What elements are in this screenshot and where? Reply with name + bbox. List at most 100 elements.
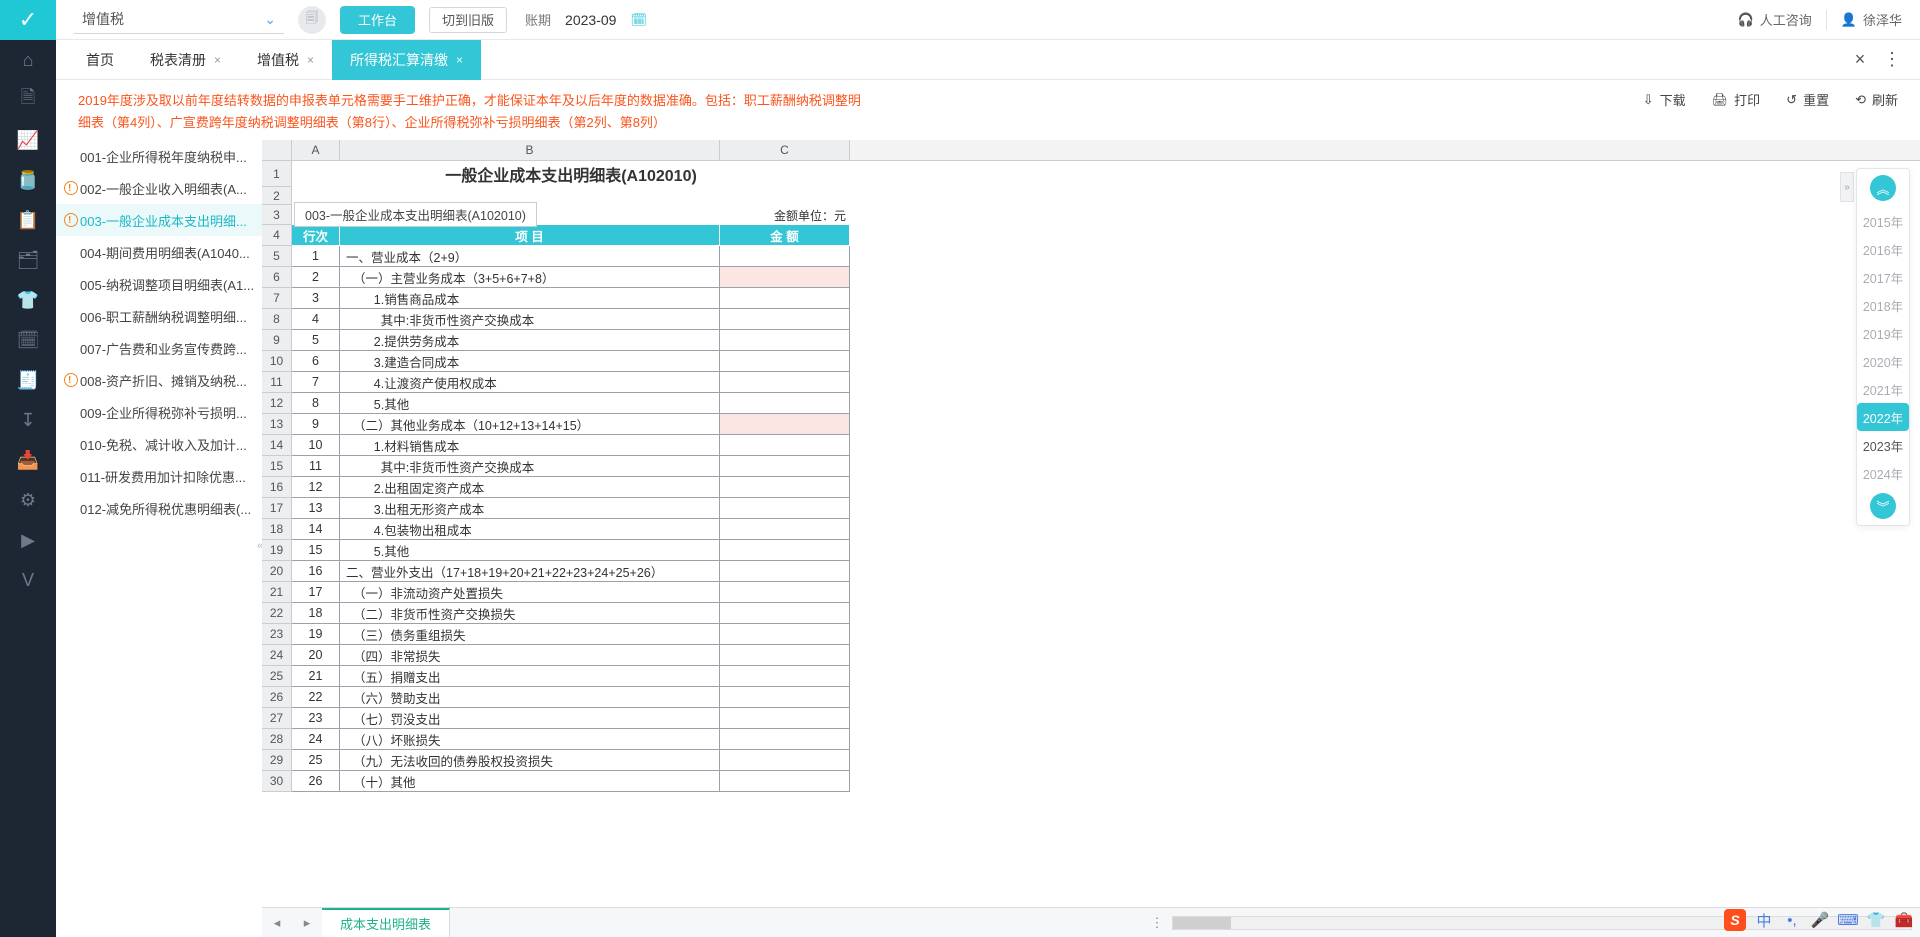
cell-amount[interactable] (720, 477, 850, 498)
tab-income-tax[interactable]: 所得税汇算清缴× (332, 40, 481, 80)
list-item[interactable]: 003-一般企业成本支出明细... (56, 204, 262, 236)
year-option[interactable]: 2022年 (1857, 403, 1909, 431)
cell-amount[interactable] (720, 435, 850, 456)
cell-amount[interactable] (720, 330, 850, 351)
cell-lineno[interactable]: 2 (292, 267, 340, 288)
cell-amount[interactable] (720, 645, 850, 666)
ime-toolbox-icon[interactable]: 🧰 (1894, 910, 1914, 930)
cell-amount[interactable] (720, 414, 850, 435)
cell-amount[interactable] (720, 582, 850, 603)
calendar-icon[interactable]: 🗓 (630, 12, 647, 28)
cell-lineno[interactable]: 23 (292, 708, 340, 729)
cell-lineno[interactable]: 4 (292, 309, 340, 330)
cell-lineno[interactable]: 12 (292, 477, 340, 498)
cell-lineno[interactable]: 6 (292, 351, 340, 372)
nav-shirt-icon[interactable]: 👕 (0, 280, 56, 320)
col-header-b[interactable]: B (340, 140, 720, 160)
tax-type-select[interactable]: 增值税 ⌄ (74, 6, 284, 34)
sheet-split[interactable]: ⋮ (1142, 915, 1172, 931)
cell-item[interactable]: 5.其他 (340, 540, 720, 561)
row-header[interactable]: 27 (262, 708, 292, 729)
list-item[interactable]: 002-一般企业收入明细表(A... (56, 172, 262, 204)
list-item[interactable]: 012-减免所得税优惠明细表(... (56, 492, 262, 524)
list-item[interactable]: 004-期间费用明细表(A1040... (56, 236, 262, 268)
user-menu[interactable]: 👤 徐泽华 (1841, 10, 1902, 29)
row-header[interactable]: 2 (262, 187, 292, 205)
consult-button[interactable]: 🎧 人工咨询 (1738, 10, 1812, 29)
nav-report-icon[interactable]: 🗂 (0, 240, 56, 280)
row-header[interactable]: 19 (262, 540, 292, 561)
row-header[interactable]: 29 (262, 750, 292, 771)
sheet-nav-first[interactable]: ◂ (262, 915, 292, 931)
list-item[interactable]: 010-免税、减计收入及加计... (56, 428, 262, 460)
ime-mic-icon[interactable]: 🎤 (1810, 910, 1830, 930)
cell-lineno[interactable]: 24 (292, 729, 340, 750)
cell-lineno[interactable]: 20 (292, 645, 340, 666)
cell-amount[interactable] (720, 561, 850, 582)
row-header[interactable]: 3 (262, 205, 292, 225)
tabs-menu-button[interactable]: ⋮ (1876, 49, 1908, 70)
cell-lineno[interactable]: 22 (292, 687, 340, 708)
row-header[interactable]: 7 (262, 288, 292, 309)
switch-old-button[interactable]: 切到旧版 (429, 7, 507, 33)
nav-jar-icon[interactable]: 🫙 (0, 160, 56, 200)
cell-item[interactable]: （九）无法收回的债券股权投资损失 (340, 750, 720, 771)
cell-lineno[interactable]: 5 (292, 330, 340, 351)
row-header[interactable]: 28 (262, 729, 292, 750)
nav-calendar-icon[interactable]: 🗓 (0, 320, 56, 360)
cell-item[interactable]: （六）赞助支出 (340, 687, 720, 708)
cell-amount[interactable] (720, 666, 850, 687)
year-option[interactable]: 2018年 (1857, 291, 1909, 319)
cell-lineno[interactable]: 10 (292, 435, 340, 456)
sheet-corner[interactable] (262, 140, 292, 160)
cell-item[interactable]: （八）坏账损失 (340, 729, 720, 750)
year-option[interactable]: 2020年 (1857, 347, 1909, 375)
row-header[interactable]: 1 (262, 161, 292, 187)
cell-amount[interactable] (720, 624, 850, 645)
sogou-ime-icon[interactable]: S (1724, 909, 1746, 931)
cell-lineno[interactable]: 11 (292, 456, 340, 477)
cell-amount[interactable] (720, 750, 850, 771)
nav-clipboard-icon[interactable]: 📋 (0, 200, 56, 240)
cell-lineno[interactable]: 14 (292, 519, 340, 540)
nav-chart-icon[interactable]: 📈 (0, 120, 56, 160)
cell-item[interactable]: 1.销售商品成本 (340, 288, 720, 309)
cell-amount[interactable] (720, 309, 850, 330)
cell-item[interactable]: 3.出租无形资产成本 (340, 498, 720, 519)
cell-amount[interactable] (720, 498, 850, 519)
cell-amount[interactable] (720, 372, 850, 393)
app-logo[interactable]: ✓ (0, 0, 56, 40)
cell-item[interactable]: 4.包装物出租成本 (340, 519, 720, 540)
cell-item[interactable]: （二）其他业务成本（10+12+13+14+15） (340, 414, 720, 435)
cell-amount[interactable] (720, 519, 850, 540)
list-item[interactable]: 001-企业所得税年度纳税申... (56, 140, 262, 172)
cell-lineno[interactable]: 9 (292, 414, 340, 435)
sheet-tab[interactable]: 成本支出明细表 (322, 908, 450, 937)
cell-amount[interactable] (720, 771, 850, 792)
cell-item[interactable]: （一）非流动资产处置损失 (340, 582, 720, 603)
cell-amount[interactable] (720, 351, 850, 372)
nav-v-icon[interactable]: V (0, 560, 56, 600)
cell-item[interactable]: 2.出租固定资产成本 (340, 477, 720, 498)
cell-item[interactable]: 5.其他 (340, 393, 720, 414)
close-icon[interactable]: × (214, 53, 221, 67)
year-option[interactable]: 2019年 (1857, 319, 1909, 347)
close-icon[interactable]: × (456, 53, 463, 67)
download-button[interactable]: ⇩下载 (1643, 90, 1686, 109)
close-all-tabs-button[interactable]: × (1844, 49, 1876, 70)
cell-lineno[interactable]: 7 (292, 372, 340, 393)
cell-lineno[interactable]: 13 (292, 498, 340, 519)
nav-inbox-icon[interactable]: 📥 (0, 440, 56, 480)
ime-keyboard-icon[interactable]: ⌨ (1838, 910, 1858, 930)
row-header[interactable]: 17 (262, 498, 292, 519)
cell-item[interactable]: 一、营业成本（2+9） (340, 246, 720, 267)
year-option[interactable]: 2024年 (1857, 459, 1909, 487)
col-header-c[interactable]: C (720, 140, 850, 160)
row-header[interactable]: 25 (262, 666, 292, 687)
cell-amount[interactable] (720, 246, 850, 267)
cell-lineno[interactable]: 16 (292, 561, 340, 582)
nav-doc-icon[interactable]: 🗎 (0, 80, 56, 120)
cell-lineno[interactable]: 19 (292, 624, 340, 645)
cell-item[interactable]: 3.建造合同成本 (340, 351, 720, 372)
ime-skin-icon[interactable]: 👕 (1866, 910, 1886, 930)
